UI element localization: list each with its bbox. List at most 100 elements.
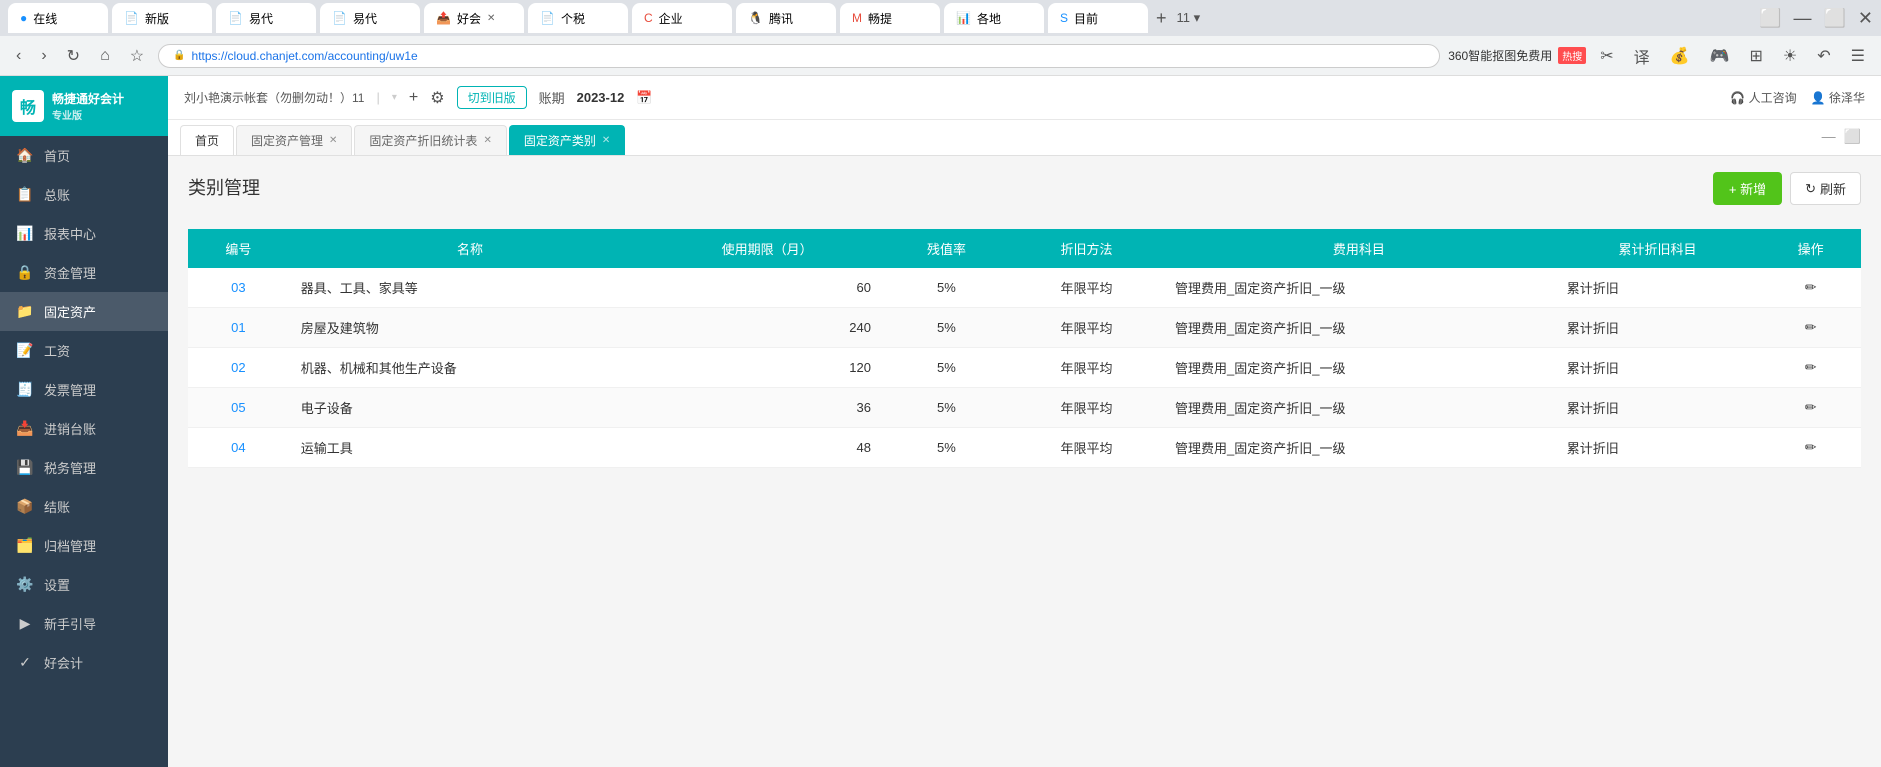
switch-old-version-button[interactable]: 切到旧版: [457, 86, 527, 109]
cell-action[interactable]: ✏: [1760, 268, 1861, 308]
search-area: 360智能抠图免费用 热搜: [1448, 47, 1586, 64]
restore-window-button[interactable]: ⬜: [1759, 8, 1781, 29]
browser-tab-changt[interactable]: M 畅提: [840, 3, 940, 33]
maximize-button[interactable]: ⬜: [1823, 8, 1845, 29]
sidebar-item-purchase-sales[interactable]: 📥 进销台账: [0, 409, 168, 448]
tab-close-icon[interactable]: ✕: [487, 13, 495, 24]
tab-close-icon[interactable]: ✕: [483, 135, 491, 146]
cell-method: 年限平均: [1010, 348, 1163, 388]
minimize-button[interactable]: —: [1793, 8, 1811, 29]
table-row: 01 房屋及建筑物 240 5% 年限平均 管理费用_固定资产折旧_一级 累计折…: [188, 308, 1861, 348]
cell-action[interactable]: ✏: [1760, 388, 1861, 428]
wallet-button[interactable]: 💰: [1664, 42, 1696, 70]
sidebar-item-label: 结账: [44, 497, 70, 516]
browser-tab-gedi[interactable]: 📊 各地: [944, 3, 1044, 33]
browser-tab-yidai1[interactable]: 📄 易代: [216, 3, 316, 33]
sidebar-item-reports[interactable]: 📊 报表中心: [0, 214, 168, 253]
address-bar[interactable]: 🔒 https://cloud.chanjet.com/accounting/u…: [158, 44, 1440, 68]
table-header-row: 编号 名称 使用期限（月） 残值率 折旧方法 费用科目 累计折旧科目 操作: [188, 229, 1861, 268]
edit-icon[interactable]: ✏: [1805, 279, 1817, 295]
browser-tab-enterprise[interactable]: C 企业: [632, 3, 732, 33]
tab-label: 在线: [33, 10, 57, 27]
page-header: 类别管理 + 新增 ↻ 刷新: [188, 172, 1861, 217]
logo-title: 畅捷通好会计: [52, 90, 124, 107]
sidebar-item-haokuai[interactable]: ✓ 好会计: [0, 643, 168, 682]
forward-button[interactable]: ›: [35, 43, 52, 69]
tab-close-icon[interactable]: ✕: [602, 135, 610, 146]
page-tab-depreciation-stat[interactable]: 固定资产折旧统计表 ✕: [354, 125, 506, 155]
add-account-button[interactable]: +: [409, 89, 418, 107]
close-window-button[interactable]: ✕: [1858, 8, 1873, 29]
tab-list-button[interactable]: 11 ▾: [1177, 10, 1201, 26]
reload-button[interactable]: ↻: [61, 42, 86, 70]
add-button[interactable]: + 新增: [1713, 172, 1782, 205]
sidebar: 畅 畅捷通好会计 专业版 🏠 首页 📋 总账 📊 报表中心 🔒 资金管理 📁 固…: [0, 76, 168, 767]
browser-tab-muqian[interactable]: S 目前: [1048, 3, 1148, 33]
translate-button[interactable]: 译: [1628, 40, 1656, 72]
minimize-content-button[interactable]: —: [1822, 128, 1836, 145]
menu-button[interactable]: ☰: [1845, 42, 1871, 70]
cell-code: 05: [188, 388, 289, 428]
consult-button[interactable]: 🎧 人工咨询: [1730, 89, 1796, 106]
browser-nav-bar: ‹ › ↻ ⌂ ☆ 🔒 https://cloud.chanjet.com/ac…: [0, 36, 1881, 76]
edit-icon[interactable]: ✏: [1805, 319, 1817, 335]
calendar-icon[interactable]: 📅: [636, 90, 652, 106]
tab-label: 畅提: [868, 10, 892, 27]
sidebar-item-invoice[interactable]: 🧾 发票管理: [0, 370, 168, 409]
sidebar-item-tax[interactable]: 💾 税务管理: [0, 448, 168, 487]
home-button[interactable]: ⌂: [94, 43, 116, 69]
edit-icon[interactable]: ✏: [1805, 439, 1817, 455]
cell-action[interactable]: ✏: [1760, 308, 1861, 348]
edit-icon[interactable]: ✏: [1805, 359, 1817, 375]
tab-label: 新版: [145, 10, 169, 27]
data-table: 编号 名称 使用期限（月） 残值率 折旧方法 费用科目 累计折旧科目 操作 03…: [188, 229, 1861, 468]
cell-residual: 5%: [883, 348, 1010, 388]
maximize-content-button[interactable]: ⬜: [1844, 128, 1861, 145]
page-tab-fixed-assets-category[interactable]: 固定资产类别 ✕: [509, 125, 625, 155]
user-avatar[interactable]: 👤 徐泽华: [1811, 89, 1865, 106]
refresh-button[interactable]: ↻ 刷新: [1790, 172, 1861, 205]
browser-tab-haokuai[interactable]: 📤 好会 ✕: [424, 3, 524, 33]
cell-name: 房屋及建筑物: [289, 308, 652, 348]
game-button[interactable]: 🎮: [1704, 42, 1736, 70]
tab-label: 好会: [457, 10, 481, 27]
cell-action[interactable]: ✏: [1760, 428, 1861, 468]
cell-residual: 5%: [883, 428, 1010, 468]
browser-tab-yidai2[interactable]: 📄 易代: [320, 3, 420, 33]
page-tab-home[interactable]: 首页: [180, 125, 234, 155]
bookmark-button[interactable]: ☆: [124, 42, 150, 70]
period-value: 2023-12: [577, 90, 625, 105]
back-button[interactable]: ‹: [10, 43, 27, 69]
sidebar-item-funds[interactable]: 🔒 资金管理: [0, 253, 168, 292]
browser-tab-gesui[interactable]: 📄 个税: [528, 3, 628, 33]
checkout-icon: 📦: [16, 498, 34, 516]
sidebar-item-settings[interactable]: ⚙️ 设置: [0, 565, 168, 604]
main-content: 刘小艳演示帐套（勿删勿动！）11 | ▾ + ⚙ 切到旧版 账期 2023-12…: [168, 76, 1881, 767]
cut-button[interactable]: ✂: [1594, 42, 1619, 70]
browser-tab-online[interactable]: ● 在线: [8, 3, 108, 33]
sidebar-item-salary[interactable]: 📝 工资: [0, 331, 168, 370]
col-residual: 残值率: [883, 229, 1010, 268]
layout-button[interactable]: ⊞: [1744, 42, 1769, 70]
col-method: 折旧方法: [1010, 229, 1163, 268]
sidebar-item-checkout[interactable]: 📦 结账: [0, 487, 168, 526]
sidebar-item-ledger[interactable]: 📋 总账: [0, 175, 168, 214]
cell-action[interactable]: ✏: [1760, 348, 1861, 388]
browser-tab-tencent[interactable]: 🐧 腾讯: [736, 3, 836, 33]
tab-close-icon[interactable]: ✕: [329, 135, 337, 146]
edit-icon[interactable]: ✏: [1805, 399, 1817, 415]
settings-topbar-button[interactable]: ⚙: [430, 88, 444, 108]
tab-label: 腾讯: [769, 10, 793, 27]
page-tab-fixed-assets-mgmt[interactable]: 固定资产管理 ✕: [236, 125, 352, 155]
sidebar-item-guide[interactable]: ▶ 新手引导: [0, 604, 168, 643]
expand-icon[interactable]: ▾: [392, 92, 397, 103]
consult-label: 人工咨询: [1749, 91, 1797, 105]
new-tab-button[interactable]: +: [1156, 8, 1167, 29]
sidebar-item-home[interactable]: 🏠 首页: [0, 136, 168, 175]
sidebar-item-archive[interactable]: 🗂️ 归档管理: [0, 526, 168, 565]
browser-tab-new[interactable]: 📄 新版: [112, 3, 212, 33]
tab-label: 固定资产管理: [251, 132, 323, 149]
sidebar-item-fixed-assets[interactable]: 📁 固定资产: [0, 292, 168, 331]
sun-button[interactable]: ☀: [1777, 42, 1803, 70]
undo-button[interactable]: ↶: [1811, 42, 1836, 70]
